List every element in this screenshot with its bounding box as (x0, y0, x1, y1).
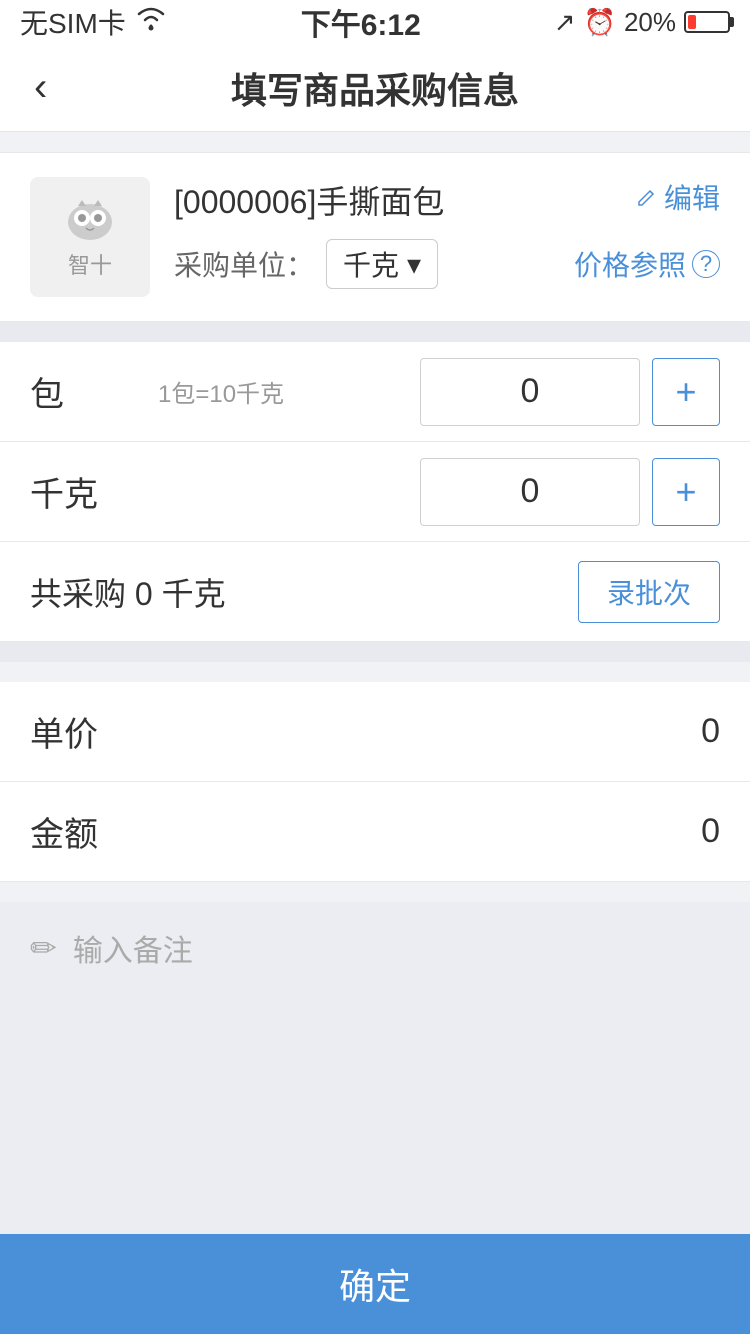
product-unit-row: 采购单位： 千克 ▾ 价格参照 ? (174, 239, 720, 289)
kg-label: 千克 (30, 467, 150, 516)
brand-text: 智十 (68, 248, 112, 280)
product-header: [0000006]手撕面包 编辑 (174, 177, 720, 223)
price-reference-button[interactable]: 价格参照 ? (574, 244, 720, 284)
package-sub-label: 1包=10千克 (158, 374, 284, 409)
status-right: ↗ ⏰ 20% (554, 7, 730, 38)
remark-placeholder: 输入备注 (73, 926, 193, 970)
back-button[interactable]: ‹ (24, 55, 57, 120)
status-left: 无SIM卡 (20, 2, 168, 42)
chevron-down-icon: ▾ (407, 248, 421, 281)
unit-price-value: 0 (701, 712, 720, 751)
unit-label: 采购单位： (174, 244, 314, 284)
kg-quantity-input[interactable]: 0 (420, 458, 640, 526)
section-divider-1 (0, 322, 750, 342)
package-input-row: 包 1包=10千克 0 + (0, 342, 750, 442)
kg-input-row: 千克 0 + (0, 442, 750, 542)
product-name: [0000006]手撕面包 (174, 177, 444, 223)
product-image: 智十 (30, 177, 150, 297)
carrier-label: 无SIM卡 (20, 2, 126, 42)
pencil-icon: ✏ (30, 929, 57, 967)
batch-button[interactable]: 录批次 (578, 561, 720, 623)
product-info: [0000006]手撕面包 编辑 采购单位： 千克 ▾ 价格参照 ? (174, 177, 720, 289)
nav-bar: ‹ 填写商品采购信息 (0, 44, 750, 132)
kg-plus-button[interactable]: + (652, 458, 720, 526)
help-icon: ? (692, 250, 720, 278)
amount-value: 0 (701, 812, 720, 851)
wifi-icon (134, 6, 168, 39)
amount-row: 金额 0 (0, 782, 750, 882)
edit-button[interactable]: 编辑 (636, 177, 720, 217)
total-label: 共采购 0 千克 (30, 569, 226, 615)
package-plus-button[interactable]: + (652, 358, 720, 426)
unit-price-label: 单价 (30, 707, 98, 756)
package-quantity-input[interactable]: 0 (420, 358, 640, 426)
remark-section[interactable]: ✏ 输入备注 (0, 902, 750, 994)
page-title: 填写商品采购信息 (231, 62, 519, 114)
status-time: 下午6:12 (301, 0, 421, 44)
unit-selector[interactable]: 千克 ▾ (326, 239, 438, 289)
input-section: 包 1包=10千克 0 + 千克 0 + 共采购 0 千克 录批次 (0, 342, 750, 642)
package-label: 包 (30, 367, 150, 416)
amount-label: 金额 (30, 807, 98, 856)
unit-price-row: 单价 0 (0, 682, 750, 782)
section-divider-2 (0, 642, 750, 662)
product-card: 智十 [0000006]手撕面包 编辑 采购单位： 千克 ▾ 价格参照 (0, 152, 750, 322)
confirm-button[interactable]: 确定 (0, 1234, 750, 1334)
total-row: 共采购 0 千克 录批次 (0, 542, 750, 642)
alarm-icon: ⏰ (584, 7, 616, 38)
battery-percentage: 20% (624, 7, 676, 38)
status-bar: 无SIM卡 下午6:12 ↗ ⏰ 20% (0, 0, 750, 44)
price-section: 单价 0 金额 0 (0, 682, 750, 882)
battery-icon (684, 11, 730, 33)
location-icon: ↗ (554, 7, 576, 38)
